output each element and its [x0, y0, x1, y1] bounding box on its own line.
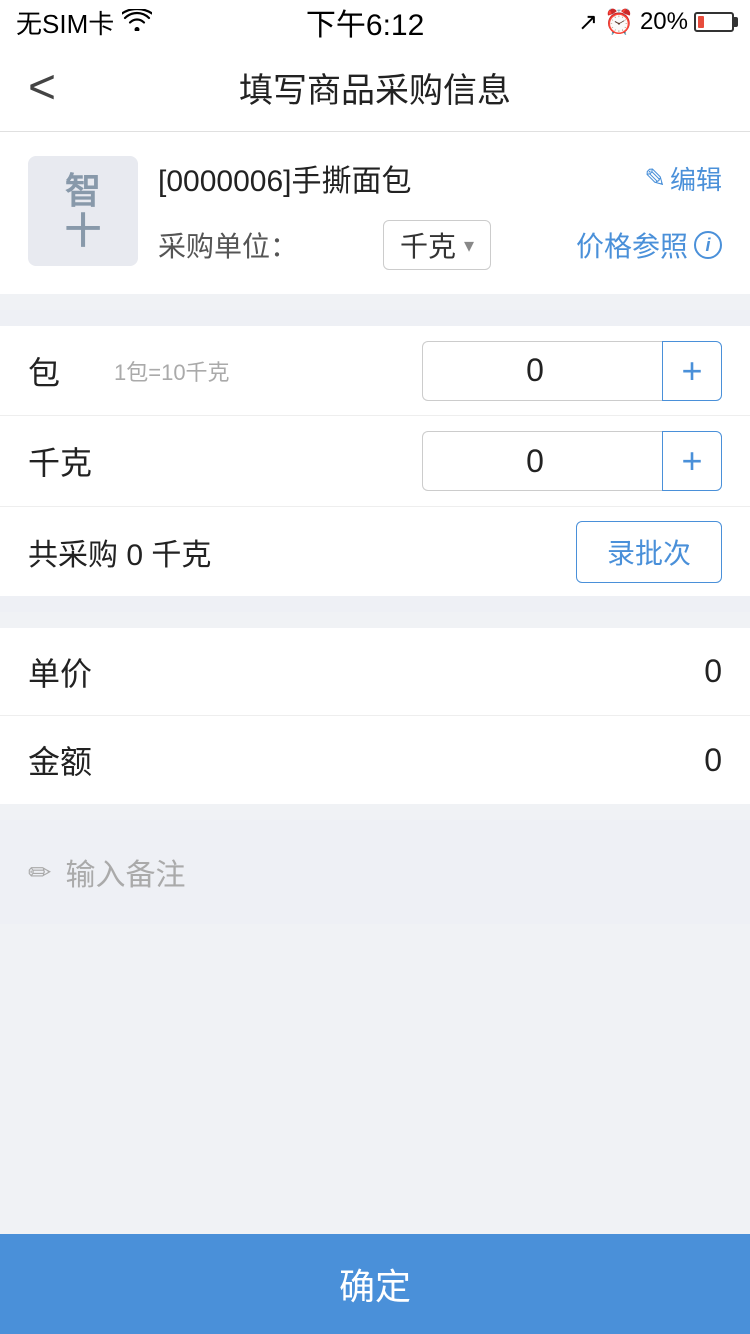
bag-input-group: + [422, 341, 722, 401]
unit-label: 采购单位： [158, 225, 298, 265]
unit-price-row: 单价 0 [0, 628, 750, 716]
price-ref-button[interactable]: 价格参照 i [576, 225, 722, 265]
remark-placeholder: 输入备注 [65, 850, 185, 894]
info-icon: i [694, 231, 722, 259]
kg-input-group: + [422, 431, 722, 491]
unit-select[interactable]: 千克 ▾ [383, 220, 491, 270]
product-name-row: [0000006]手撕面包 ✎ 编辑 [158, 156, 722, 200]
status-bar-right: ↗ ⏰ 20% [578, 8, 734, 37]
content-area: 智 十 [0000006]手撕面包 ✎ 编辑 采购单位： 千克 ▾ 价格参照 [0, 132, 750, 1034]
kg-input[interactable] [422, 431, 662, 491]
unit-price-label: 单价 [28, 649, 92, 695]
quantity-form: 包 1包=10千克 + 千克 + [0, 326, 750, 506]
pencil-icon: ✏ [28, 856, 51, 889]
carrier-label: 无SIM卡 [16, 4, 114, 41]
amount-row: 金额 0 [0, 716, 750, 804]
location-icon: ↗ [578, 8, 598, 37]
status-bar-time: 下午6:12 [306, 0, 424, 44]
unit-row: 采购单位： 千克 ▾ 价格参照 i [158, 220, 722, 270]
price-ref-label: 价格参照 [576, 225, 688, 265]
bag-plus-icon: + [681, 350, 702, 392]
logo-line2: 十 [65, 211, 101, 251]
product-card: 智 十 [0000006]手撕面包 ✎ 编辑 采购单位： 千克 ▾ 价格参照 [0, 132, 750, 294]
unit-value: 千克 [400, 225, 456, 265]
kg-label: 千克 [28, 438, 108, 484]
bag-hint: 1包=10千克 [114, 355, 230, 387]
bag-row: 包 1包=10千克 + [0, 326, 750, 416]
price-info-section: 单价 0 金额 0 [0, 628, 750, 804]
confirm-button[interactable]: 确定 [0, 1234, 750, 1334]
bag-label: 包 [28, 348, 108, 394]
remark-section[interactable]: ✏ 输入备注 [0, 820, 750, 924]
product-image: 智 十 [28, 156, 138, 266]
status-bar: 无SIM卡 下午6:12 ↗ ⏰ 20% [0, 0, 750, 44]
unit-price-value: 0 [704, 653, 722, 690]
summary-row: 共采购 0 千克 录批次 [0, 506, 750, 596]
logo-line1: 智 [65, 171, 101, 211]
wifi-icon [122, 7, 152, 38]
section-divider-2 [0, 596, 750, 612]
edit-icon: ✎ [644, 163, 666, 194]
edit-link[interactable]: ✎ 编辑 [644, 160, 722, 197]
amount-value: 0 [704, 742, 722, 779]
edit-label: 编辑 [670, 160, 722, 197]
back-button[interactable]: < [28, 64, 56, 112]
unit-dropdown-arrow: ▾ [464, 233, 474, 258]
kg-plus-icon: + [681, 440, 702, 482]
alarm-icon: ⏰ [604, 8, 634, 37]
kg-plus-button[interactable]: + [662, 431, 722, 491]
product-name: [0000006]手撕面包 [158, 156, 411, 200]
summary-text: 共采购 0 千克 [28, 530, 211, 574]
bag-input[interactable] [422, 341, 662, 401]
status-bar-left: 无SIM卡 [16, 4, 152, 41]
page-title: 填写商品采购信息 [239, 63, 511, 112]
product-info: [0000006]手撕面包 ✎ 编辑 采购单位： 千克 ▾ 价格参照 i [158, 156, 722, 270]
amount-label: 金额 [28, 737, 92, 783]
kg-row: 千克 + [0, 416, 750, 506]
back-icon: < [28, 64, 56, 112]
section-divider-1 [0, 310, 750, 326]
battery-icon [694, 12, 734, 32]
bag-plus-button[interactable]: + [662, 341, 722, 401]
battery-percent: 20% [640, 8, 688, 36]
nav-bar: < 填写商品采购信息 [0, 44, 750, 132]
record-batch-button[interactable]: 录批次 [576, 521, 722, 583]
